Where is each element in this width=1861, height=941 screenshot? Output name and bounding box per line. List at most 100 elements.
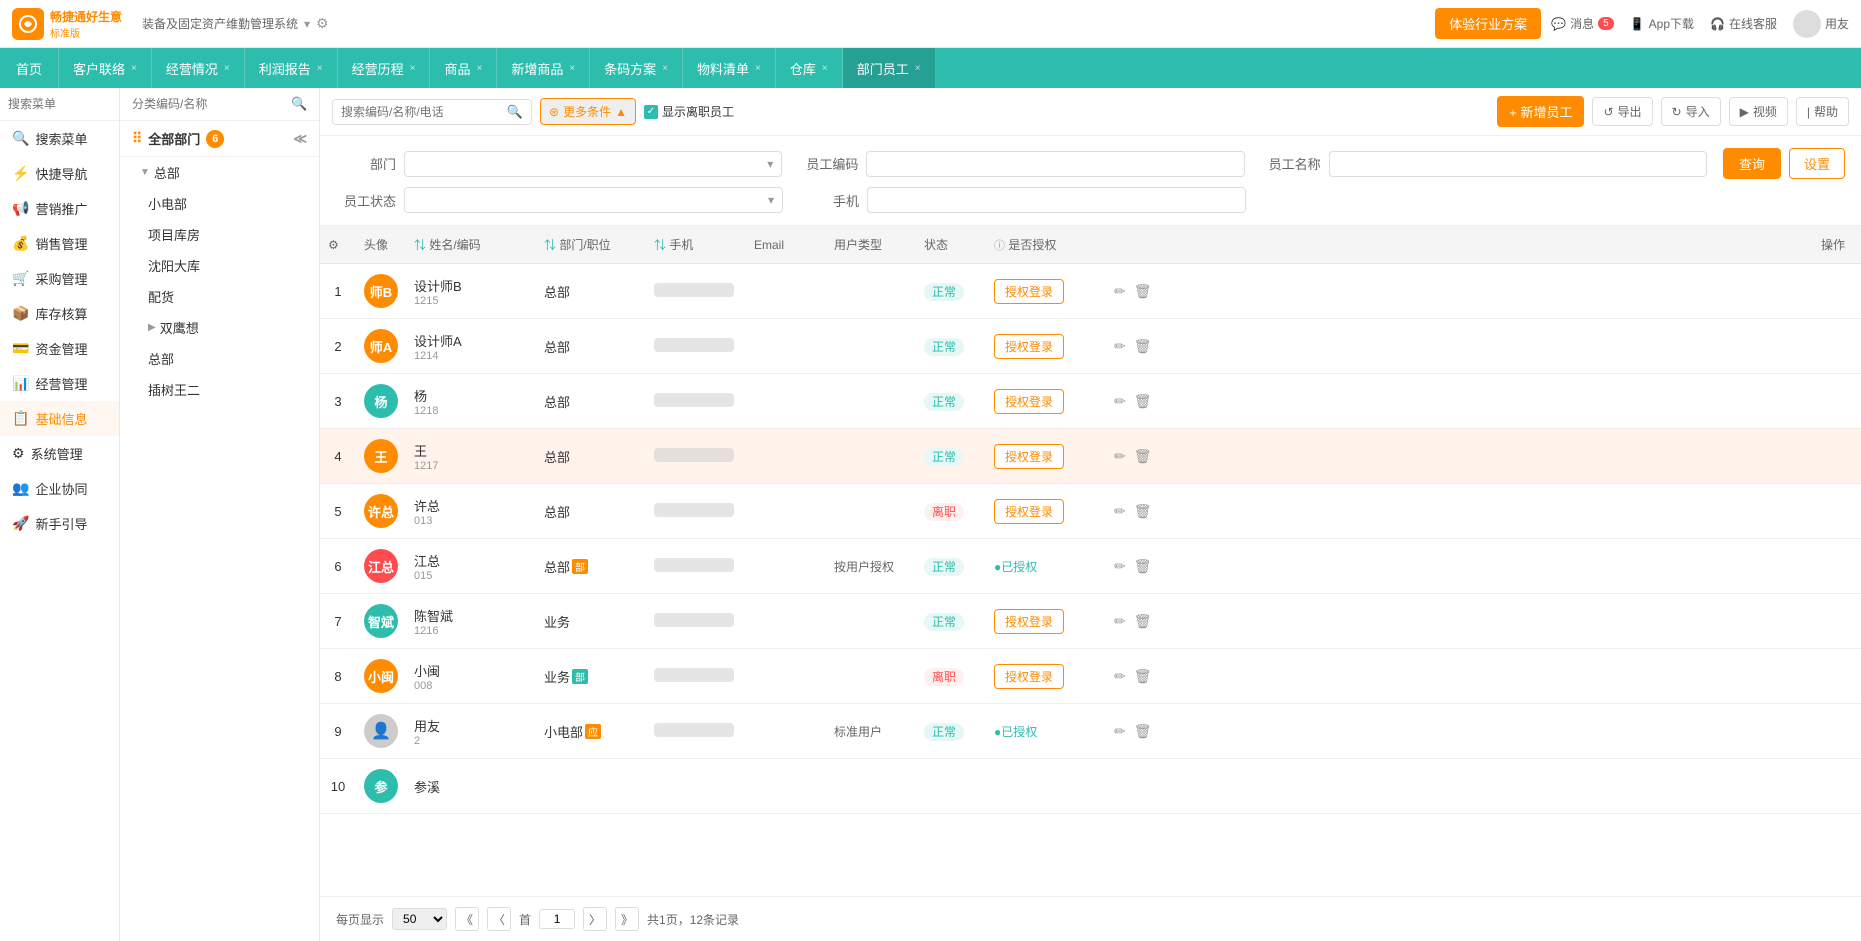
last-page-btn[interactable]: 》 — [615, 907, 639, 931]
nav-tab-条码方案[interactable]: 条码方案 × — [590, 48, 683, 88]
view-btn[interactable]: ▶ 视频 — [1729, 97, 1788, 126]
sidebar-item-新手引导[interactable]: 🚀新手引导 — [0, 506, 119, 541]
page-input[interactable] — [539, 909, 575, 929]
dept-tree-item-小电部[interactable]: 小电部 — [120, 188, 319, 219]
sidebar-item-营销推广[interactable]: 📢营销推广 — [0, 191, 119, 226]
next-page-btn[interactable]: 〉 — [583, 907, 607, 931]
close-icon[interactable]: × — [915, 63, 921, 74]
user-avatar[interactable]: 用友 — [1793, 10, 1849, 38]
show-resigned-toggle[interactable]: ✓ 显示离职员工 — [644, 103, 734, 120]
nav-tab-首页[interactable]: 首页 — [0, 48, 59, 88]
sidebar-item-快捷导航[interactable]: ⚡快捷导航 — [0, 156, 119, 191]
edit-btn[interactable]: ✏ — [1114, 723, 1126, 740]
edit-btn[interactable]: ✏ — [1114, 503, 1126, 520]
nav-tab-客户联络[interactable]: 客户联络 × — [59, 48, 152, 88]
delete-btn[interactable]: 🗑 — [1134, 283, 1152, 300]
help-btn[interactable]: | 帮助 — [1796, 97, 1849, 126]
dept-tree-item-总部[interactable]: ▼总部 — [120, 157, 319, 188]
emp-status-select[interactable]: ▾ — [404, 187, 783, 213]
emp-code-input[interactable] — [866, 151, 1244, 177]
edit-btn[interactable]: ✏ — [1114, 338, 1126, 355]
sidebar-item-采购管理[interactable]: 🛒采购管理 — [0, 261, 119, 296]
online-service-btn[interactable]: 🎧 在线客服 — [1710, 15, 1777, 32]
search-icon[interactable]: 🔍 — [507, 104, 523, 120]
dept-tree-item-插树王二[interactable]: 插树王二 — [120, 374, 319, 405]
add-employee-btn[interactable]: + 新增员工 — [1497, 96, 1584, 127]
settings-icon[interactable]: ⚙ — [328, 238, 339, 252]
delete-btn[interactable]: 🗑 — [1134, 668, 1152, 685]
phone-input[interactable] — [867, 187, 1246, 213]
close-icon[interactable]: × — [822, 63, 828, 74]
collapse-btn[interactable]: ≪ — [293, 131, 307, 147]
query-btn[interactable]: 查询 — [1723, 148, 1781, 179]
nav-tab-新增商品[interactable]: 新增商品 × — [497, 48, 590, 88]
export-btn[interactable]: ↺ 导出 — [1592, 97, 1652, 126]
delete-btn[interactable]: 🗑 — [1134, 613, 1152, 630]
sidebar-item-搜索菜单[interactable]: 🔍搜索菜单 — [0, 121, 119, 156]
auth-btn[interactable]: 授权登录 — [994, 444, 1064, 469]
search-input[interactable] — [341, 105, 503, 119]
prev-page-btn[interactable]: 〈 — [487, 907, 511, 931]
auth-btn[interactable]: 授权登录 — [994, 499, 1064, 524]
dept-tree-item-沈阳大库[interactable]: 沈阳大库 — [120, 250, 319, 281]
close-icon[interactable]: × — [755, 63, 761, 74]
nav-tab-商品[interactable]: 商品 × — [430, 48, 497, 88]
auth-btn[interactable]: 授权登录 — [994, 664, 1064, 689]
first-page-btn[interactable]: 《 — [455, 907, 479, 931]
sidebar-item-系统管理[interactable]: ⚙系统管理 — [0, 436, 119, 471]
dept-tree-item-项目库房[interactable]: 项目库房 — [120, 219, 319, 250]
sidebar-item-经营管理[interactable]: 📊经营管理 — [0, 366, 119, 401]
dept-select[interactable]: ▾ — [404, 151, 782, 177]
delete-btn[interactable]: 🗑 — [1134, 393, 1152, 410]
delete-btn[interactable]: 🗑 — [1134, 338, 1152, 355]
sidebar-item-企业协同[interactable]: 👥企业协同 — [0, 471, 119, 506]
dept-search-icon[interactable]: 🔍 — [291, 96, 307, 112]
nav-tab-仓库[interactable]: 仓库 × — [776, 48, 843, 88]
dept-tree-item-总部[interactable]: 总部 — [120, 343, 319, 374]
trial-btn[interactable]: 体验行业方案 — [1435, 8, 1541, 39]
close-icon[interactable]: × — [224, 63, 230, 74]
auth-btn[interactable]: 授权登录 — [994, 609, 1064, 634]
close-icon[interactable]: × — [131, 63, 137, 74]
edit-btn[interactable]: ✏ — [1114, 613, 1126, 630]
sidebar-item-基础信息[interactable]: 📋基础信息 — [0, 401, 119, 436]
gear-icon[interactable]: ⚙ — [316, 15, 329, 32]
edit-btn[interactable]: ✏ — [1114, 448, 1126, 465]
delete-btn[interactable]: 🗑 — [1134, 448, 1152, 465]
delete-btn[interactable]: 🗑 — [1134, 558, 1152, 575]
dept-tree-item-配货[interactable]: 配货 — [120, 281, 319, 312]
emp-name-input[interactable] — [1329, 151, 1707, 177]
nav-tab-物料清单[interactable]: 物料清单 × — [683, 48, 776, 88]
sidebar-item-资金管理[interactable]: 💳资金管理 — [0, 331, 119, 366]
app-download-btn[interactable]: 📱 App下载 — [1630, 15, 1694, 32]
nav-tab-经营历程[interactable]: 经营历程 × — [338, 48, 431, 88]
edit-btn[interactable]: ✏ — [1114, 558, 1126, 575]
delete-btn[interactable]: 🗑 — [1134, 503, 1152, 520]
edit-btn[interactable]: ✏ — [1114, 668, 1126, 685]
dept-tree-item-双鹰想[interactable]: ▶双鹰想 — [120, 312, 319, 343]
nav-tab-经营情况[interactable]: 经营情况 × — [152, 48, 245, 88]
sidebar-item-销售管理[interactable]: 💰销售管理 — [0, 226, 119, 261]
auth-btn[interactable]: 授权登录 — [994, 389, 1064, 414]
per-page-select[interactable]: 50 100 200 — [392, 908, 447, 930]
auth-btn[interactable]: 授权登录 — [994, 279, 1064, 304]
message-btn[interactable]: 💬 消息 5 — [1551, 15, 1614, 32]
close-icon[interactable]: × — [662, 63, 668, 74]
close-icon[interactable]: × — [476, 63, 482, 74]
close-icon[interactable]: × — [317, 63, 323, 74]
import-btn[interactable]: ↻ 导入 — [1661, 97, 1721, 126]
sidebar-search-input[interactable] — [8, 97, 120, 111]
dropdown-arrow-icon[interactable]: ▾ — [304, 17, 310, 31]
close-icon[interactable]: × — [569, 63, 575, 74]
edit-btn[interactable]: ✏ — [1114, 393, 1126, 410]
close-icon[interactable]: × — [410, 63, 416, 74]
edit-btn[interactable]: ✏ — [1114, 283, 1126, 300]
dept-search-input[interactable] — [132, 97, 287, 111]
auth-btn[interactable]: 授权登录 — [994, 334, 1064, 359]
delete-btn[interactable]: 🗑 — [1134, 723, 1152, 740]
nav-tab-利润报告[interactable]: 利润报告 × — [245, 48, 338, 88]
sidebar-item-库存核算[interactable]: 📦库存核算 — [0, 296, 119, 331]
more-filter-btn[interactable]: ⊛ 更多条件 ▲ — [540, 98, 636, 125]
nav-tab-部门员工[interactable]: 部门员工 × — [843, 48, 936, 88]
reset-btn[interactable]: 设置 — [1789, 148, 1845, 179]
